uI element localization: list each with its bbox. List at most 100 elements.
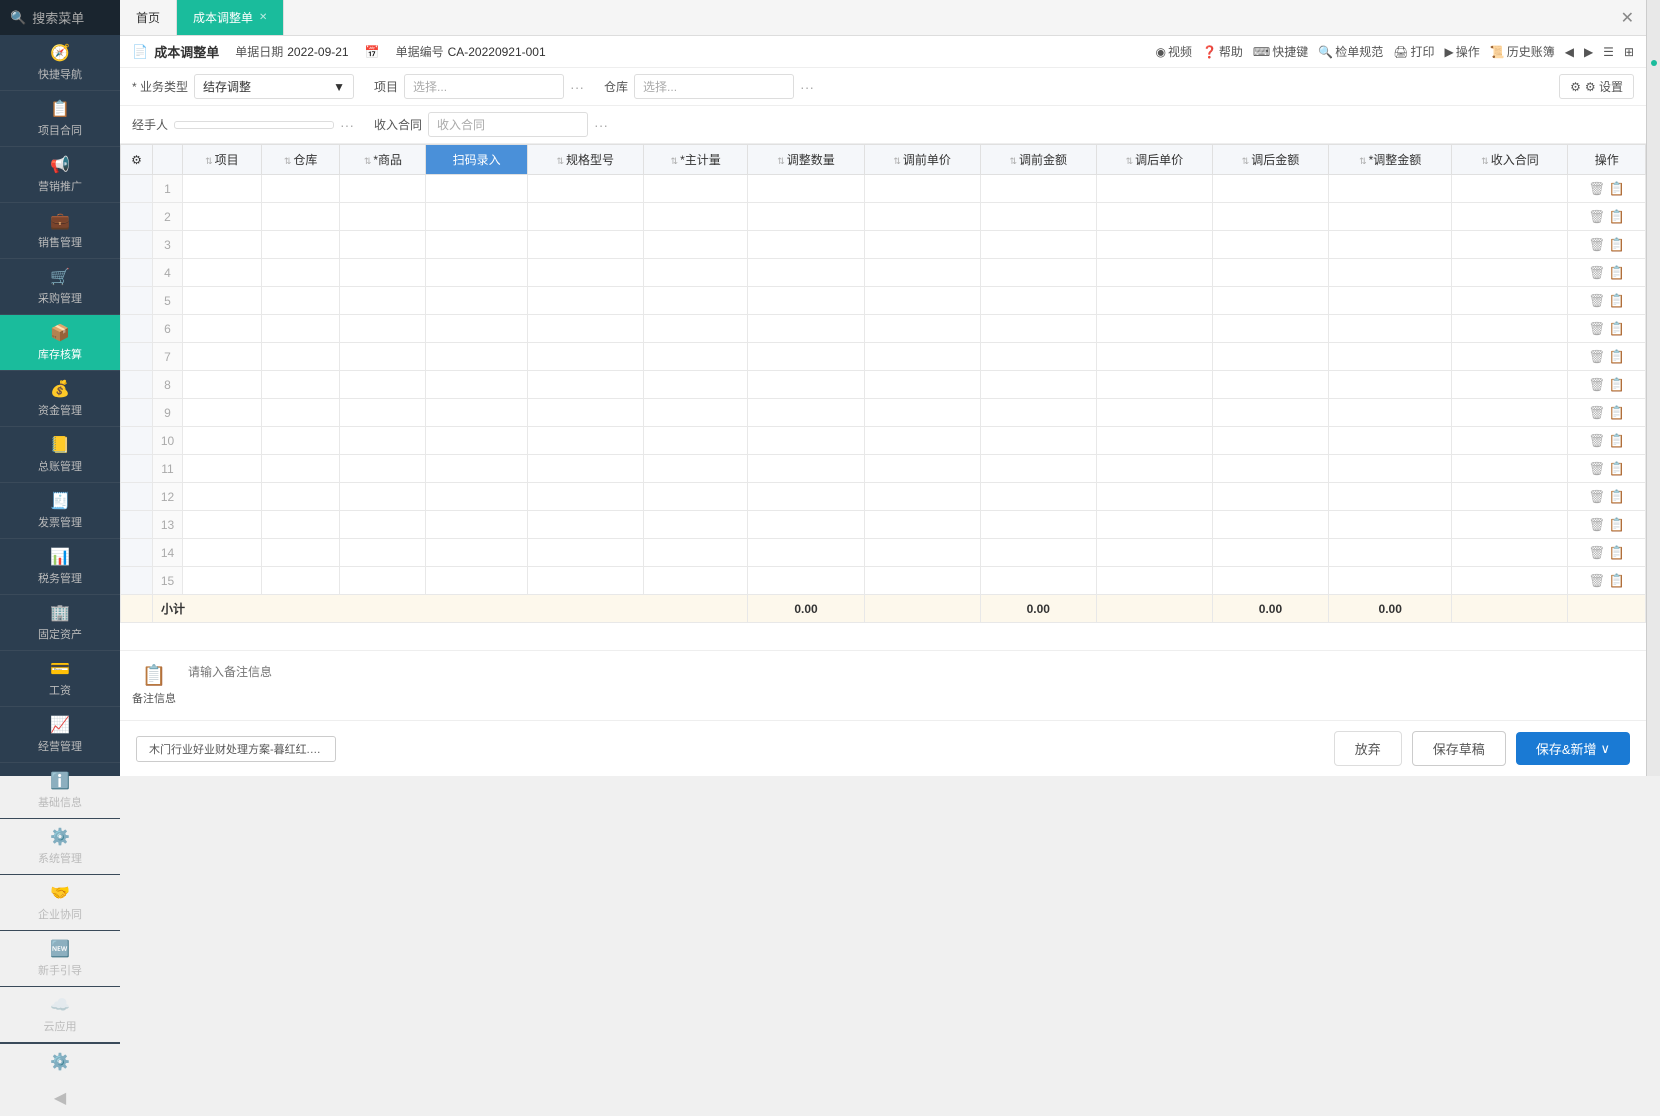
toolbar-btn-view[interactable]: ◉ 视频	[1155, 43, 1192, 60]
cell-project-6[interactable]	[183, 315, 262, 343]
cell-spec-11[interactable]	[527, 455, 643, 483]
cell-before-price-14[interactable]	[864, 539, 980, 567]
sidebar-item-ledger-mgmt[interactable]: 📒总账管理	[0, 427, 120, 483]
cell-adjust-amount-11[interactable]	[1329, 455, 1452, 483]
cell-project-13[interactable]	[183, 511, 262, 539]
cell-project-15[interactable]	[183, 567, 262, 595]
col-project[interactable]: ⇅项目	[183, 145, 262, 175]
cell-adjust-amount-13[interactable]	[1329, 511, 1452, 539]
income-contract-select[interactable]: 收入合同	[428, 112, 588, 137]
cell-adjust-qty-2[interactable]	[748, 203, 864, 231]
cell-scan-7[interactable]	[426, 343, 527, 371]
cell-product-6[interactable]	[340, 315, 426, 343]
cell-unit-13[interactable]	[643, 511, 748, 539]
cell-warehouse-4[interactable]	[261, 259, 340, 287]
sidebar-item-tax-mgmt[interactable]: 📊税务管理	[0, 539, 120, 595]
cell-project-3[interactable]	[183, 231, 262, 259]
cell-before-amount-2[interactable]	[980, 203, 1096, 231]
copy-icon-5[interactable]: 📋	[1609, 293, 1625, 309]
col-before-price[interactable]: ⇅调前单价	[864, 145, 980, 175]
cell-adjust-qty-7[interactable]	[748, 343, 864, 371]
cell-scan-6[interactable]	[426, 315, 527, 343]
cell-scan-1[interactable]	[426, 175, 527, 203]
cell-adjust-amount-3[interactable]	[1329, 231, 1452, 259]
cell-before-amount-11[interactable]	[980, 455, 1096, 483]
sidebar-item-project-contract[interactable]: 📋项目合同	[0, 91, 120, 147]
cell-income-contract-9[interactable]	[1452, 399, 1568, 427]
cell-before-price-4[interactable]	[864, 259, 980, 287]
cell-adjust-qty-11[interactable]	[748, 455, 864, 483]
delete-icon-2[interactable]: 🗑	[1588, 209, 1605, 225]
cell-product-12[interactable]	[340, 483, 426, 511]
col-scan-input[interactable]: 扫码录入	[426, 145, 527, 175]
cell-adjust-qty-15[interactable]	[748, 567, 864, 595]
cell-income-contract-3[interactable]	[1452, 231, 1568, 259]
cell-before-amount-15[interactable]	[980, 567, 1096, 595]
cell-after-price-3[interactable]	[1096, 231, 1212, 259]
cell-adjust-amount-6[interactable]	[1329, 315, 1452, 343]
cell-adjust-qty-12[interactable]	[748, 483, 864, 511]
col-adjust-qty[interactable]: ⇅调整数量	[748, 145, 864, 175]
cell-project-9[interactable]	[183, 399, 262, 427]
cell-project-2[interactable]	[183, 203, 262, 231]
sidebar-item-invoice-mgmt[interactable]: 🧾发票管理	[0, 483, 120, 539]
cell-product-1[interactable]	[340, 175, 426, 203]
cell-after-amount-14[interactable]	[1212, 539, 1328, 567]
cell-before-price-2[interactable]	[864, 203, 980, 231]
cell-adjust-amount-8[interactable]	[1329, 371, 1452, 399]
toolbar-btn-split[interactable]: ⊞	[1624, 45, 1634, 59]
cell-unit-2[interactable]	[643, 203, 748, 231]
sidebar-item-settings[interactable]: ⚙️	[0, 1044, 120, 1080]
warehouse-select[interactable]: 选择...	[634, 74, 794, 99]
cell-spec-1[interactable]	[527, 175, 643, 203]
cell-adjust-amount-5[interactable]	[1329, 287, 1452, 315]
cell-before-price-6[interactable]	[864, 315, 980, 343]
cell-before-price-11[interactable]	[864, 455, 980, 483]
cell-product-3[interactable]	[340, 231, 426, 259]
toolbar-btn-help[interactable]: ❓ 帮助	[1202, 43, 1243, 60]
sidebar-item-collapse[interactable]: ◀	[0, 1080, 120, 1116]
cell-before-amount-6[interactable]	[980, 315, 1096, 343]
cell-unit-1[interactable]	[643, 175, 748, 203]
cell-product-10[interactable]	[340, 427, 426, 455]
cell-before-amount-1[interactable]	[980, 175, 1096, 203]
cell-spec-7[interactable]	[527, 343, 643, 371]
cell-adjust-qty-13[interactable]	[748, 511, 864, 539]
delete-icon-14[interactable]: 🗑	[1588, 545, 1605, 561]
cell-income-contract-8[interactable]	[1452, 371, 1568, 399]
notes-input[interactable]	[188, 659, 1634, 691]
sidebar-search[interactable]: 🔍 搜索菜单	[0, 0, 120, 35]
sidebar-item-basic-info[interactable]: ℹ️基础信息	[0, 763, 120, 819]
cell-adjust-amount-4[interactable]	[1329, 259, 1452, 287]
toolbar-btn-shortcut[interactable]: ⌨ 快捷键	[1253, 43, 1308, 60]
cell-before-amount-5[interactable]	[980, 287, 1096, 315]
cell-adjust-amount-7[interactable]	[1329, 343, 1452, 371]
cell-adjust-amount-1[interactable]	[1329, 175, 1452, 203]
col-product[interactable]: ⇅*商品	[340, 145, 426, 175]
copy-icon-10[interactable]: 📋	[1609, 433, 1625, 449]
delete-icon-5[interactable]: 🗑	[1588, 293, 1605, 309]
cell-warehouse-8[interactable]	[261, 371, 340, 399]
sidebar-item-ops-mgmt[interactable]: 📈经营管理	[0, 707, 120, 763]
cell-after-price-14[interactable]	[1096, 539, 1212, 567]
delete-icon-4[interactable]: 🗑	[1588, 265, 1605, 281]
cell-product-4[interactable]	[340, 259, 426, 287]
delete-icon-10[interactable]: 🗑	[1588, 433, 1605, 449]
cell-before-amount-4[interactable]	[980, 259, 1096, 287]
cell-unit-14[interactable]	[643, 539, 748, 567]
cell-warehouse-12[interactable]	[261, 483, 340, 511]
toolbar-btn-nav-prev[interactable]: ◀	[1565, 45, 1574, 59]
cell-unit-15[interactable]	[643, 567, 748, 595]
cell-adjust-qty-14[interactable]	[748, 539, 864, 567]
cell-after-amount-9[interactable]	[1212, 399, 1328, 427]
copy-icon-11[interactable]: 📋	[1609, 461, 1625, 477]
cell-after-price-4[interactable]	[1096, 259, 1212, 287]
cell-after-amount-13[interactable]	[1212, 511, 1328, 539]
cell-product-14[interactable]	[340, 539, 426, 567]
cell-unit-6[interactable]	[643, 315, 748, 343]
delete-icon-7[interactable]: 🗑	[1588, 349, 1605, 365]
cell-project-10[interactable]	[183, 427, 262, 455]
sidebar-item-quick-nav[interactable]: 🧭快捷导航	[0, 35, 120, 91]
copy-icon-9[interactable]: 📋	[1609, 405, 1625, 421]
delete-icon-8[interactable]: 🗑	[1588, 377, 1605, 393]
